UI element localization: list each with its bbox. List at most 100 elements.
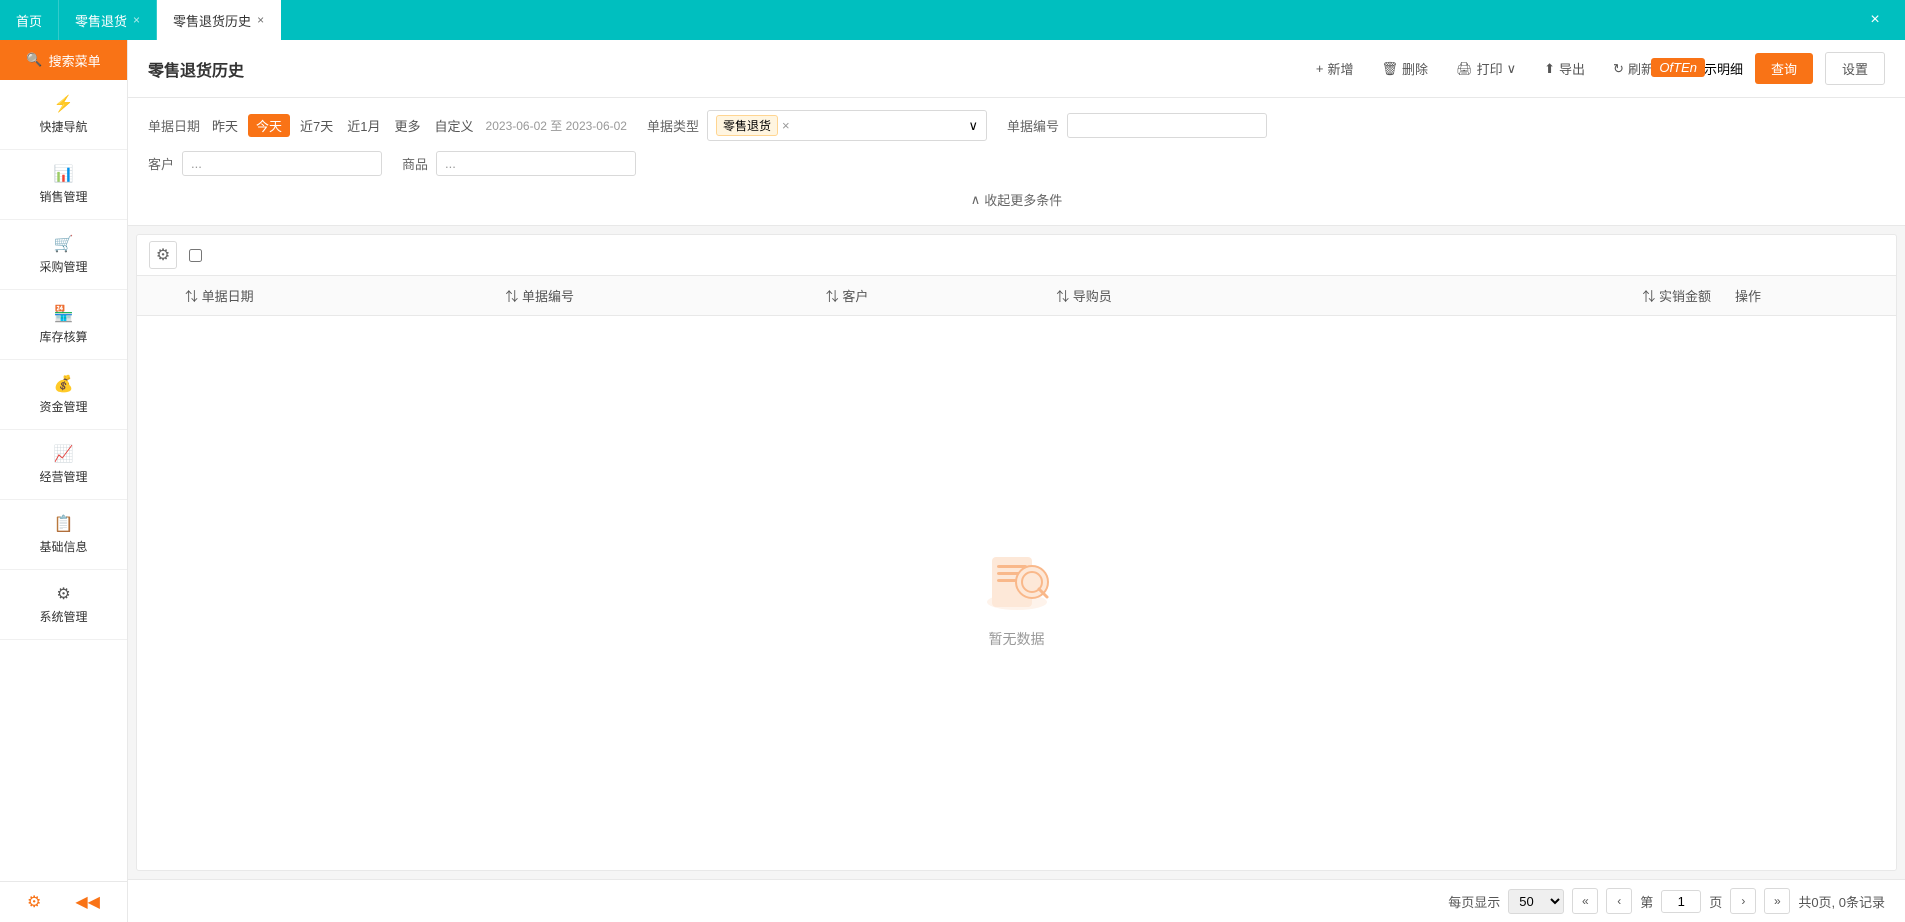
sidebar-item-purchase[interactable]: 🛒 采购管理 bbox=[0, 220, 127, 290]
yesterday-shortcut[interactable]: 昨天 bbox=[208, 114, 242, 137]
new-label: 新增 bbox=[1328, 59, 1354, 78]
collapse-icon: ∧ bbox=[971, 192, 981, 208]
sidebar-item-sales[interactable]: 📊 销售管理 bbox=[0, 150, 127, 220]
date-shortcuts: 昨天 今天 近7天 近1月 更多 自定义 bbox=[208, 114, 478, 137]
custom-shortcut[interactable]: 自定义 bbox=[431, 114, 478, 137]
top-bar: 首页 零售退货 × 零售退货历史 × × bbox=[0, 0, 1905, 40]
empty-state: 暂无数据 bbox=[137, 316, 1896, 870]
print-button[interactable]: 🖨 打印 ∨ bbox=[1448, 55, 1524, 82]
sidebar-search[interactable]: 🔍 搜索菜单 bbox=[0, 40, 127, 80]
date-filter: 单据日期 昨天 今天 近7天 近1月 更多 自定义 2023-06-02 至 2… bbox=[148, 114, 627, 137]
page-title: 零售退货历史 bbox=[148, 57, 244, 81]
th-customer[interactable]: ⇅ 客户 bbox=[814, 276, 1044, 316]
today-shortcut[interactable]: 今天 bbox=[248, 114, 290, 137]
tab-retail-return-history[interactable]: 零售退货历史 × bbox=[157, 0, 281, 40]
th-action-label: 操作 bbox=[1735, 289, 1761, 304]
collapse-more-button[interactable]: ∧ 收起更多条件 bbox=[148, 186, 1885, 213]
pagination-bar: 每页显示 10 20 50 100 « ‹ 第 页 › » 共0页, 0条记录 bbox=[128, 879, 1905, 922]
select-all-checkbox[interactable] bbox=[189, 249, 202, 262]
bill-type-tag: 零售退货 bbox=[716, 115, 778, 136]
inventory-icon: 🏪 bbox=[54, 304, 74, 324]
quick-nav-icon: ⚡ bbox=[54, 94, 74, 114]
page-label-2: 页 bbox=[1709, 892, 1722, 911]
tab-home[interactable]: 首页 bbox=[0, 0, 59, 40]
more-shortcut[interactable]: 更多 bbox=[391, 114, 425, 137]
th-guide-label: ⇅ 导购员 bbox=[1056, 289, 1112, 304]
top-bar-right: × bbox=[1861, 6, 1905, 34]
page-input[interactable] bbox=[1661, 890, 1701, 913]
tab-retail-return-history-close[interactable]: × bbox=[257, 13, 264, 27]
sidebar-item-sales-label: 销售管理 bbox=[39, 188, 87, 205]
sidebar-item-purchase-label: 采购管理 bbox=[39, 258, 87, 275]
page-header: 零售退货历史 + 新增 🗑 删除 🖨 打印 ∨ ⬆ 导出 bbox=[128, 40, 1905, 98]
filter-area: 单据日期 昨天 今天 近7天 近1月 更多 自定义 2023-06-02 至 2… bbox=[128, 98, 1905, 226]
bill-type-tag-close[interactable]: × bbox=[782, 118, 790, 133]
tab-retail-return-close[interactable]: × bbox=[133, 13, 140, 27]
goods-label: 商品 bbox=[402, 154, 428, 173]
date-range-text: 2023-06-02 至 2023-06-02 bbox=[486, 117, 627, 134]
next-page-button[interactable]: › bbox=[1730, 888, 1756, 914]
tab-home-label: 首页 bbox=[16, 11, 42, 30]
print-icon: 🖨 bbox=[1456, 61, 1473, 77]
sidebar-item-inventory[interactable]: 🏪 库存核算 bbox=[0, 290, 127, 360]
th-billno[interactable]: ⇅ 单据编号 bbox=[493, 276, 813, 316]
bill-type-select[interactable]: 零售退货 × ∨ bbox=[707, 110, 987, 141]
sidebar-item-quick-nav-label: 快捷导航 bbox=[39, 118, 87, 135]
prev-page-button[interactable]: ‹ bbox=[1606, 888, 1632, 914]
query-button[interactable]: 查询 bbox=[1755, 53, 1813, 84]
system-icon: ⚙ bbox=[54, 584, 74, 604]
goods-input[interactable]: ... bbox=[436, 151, 636, 176]
delete-label: 删除 bbox=[1402, 59, 1428, 78]
customer-filter: 客户 ... bbox=[148, 151, 382, 176]
last-page-button[interactable]: » bbox=[1764, 888, 1790, 914]
customer-label: 客户 bbox=[148, 154, 174, 173]
collapse-label: 收起更多条件 bbox=[984, 190, 1062, 209]
sidebar-item-system-label: 系统管理 bbox=[39, 608, 87, 625]
total-records: 共0页, 0条记录 bbox=[1798, 892, 1885, 911]
sidebar-item-finance[interactable]: 💰 资金管理 bbox=[0, 360, 127, 430]
th-amount-label: ⇅ 实销金额 bbox=[1642, 289, 1711, 304]
new-button[interactable]: + 新增 bbox=[1308, 55, 1362, 82]
settings-bottom-icon[interactable]: ⚙ bbox=[27, 892, 41, 912]
th-guide[interactable]: ⇅ 导购员 bbox=[1044, 276, 1319, 316]
bill-no-filter: 单据编号 bbox=[1007, 113, 1267, 138]
sidebar-item-operations-label: 经营管理 bbox=[39, 468, 87, 485]
last1m-shortcut[interactable]: 近1月 bbox=[343, 114, 384, 137]
customer-input[interactable]: ... bbox=[182, 151, 382, 176]
tab-retail-return[interactable]: 零售退货 × bbox=[59, 0, 157, 40]
page-size-select[interactable]: 10 20 50 100 bbox=[1508, 889, 1564, 914]
sales-icon: 📊 bbox=[54, 164, 74, 184]
delete-button[interactable]: 🗑 删除 bbox=[1374, 55, 1437, 82]
tab-list: 首页 零售退货 × 零售退货历史 × bbox=[0, 0, 1861, 40]
sound-bottom-icon[interactable]: ◀◀ bbox=[75, 892, 100, 912]
basic-info-icon: 📋 bbox=[54, 514, 74, 534]
th-billno-label: ⇅ 单据编号 bbox=[505, 289, 574, 304]
th-checkbox bbox=[137, 276, 173, 316]
bill-no-input[interactable] bbox=[1067, 113, 1267, 138]
print-label: 打印 bbox=[1477, 59, 1503, 78]
sidebar-item-system[interactable]: ⚙ 系统管理 bbox=[0, 570, 127, 640]
print-dropdown-icon: ∨ bbox=[1507, 61, 1517, 77]
bill-type-filter: 单据类型 零售退货 × ∨ bbox=[647, 110, 987, 141]
th-amount[interactable]: ⇅ 实销金额 bbox=[1403, 276, 1723, 316]
table-toolbar: ⚙ bbox=[137, 235, 1896, 276]
finance-icon: 💰 bbox=[54, 374, 74, 394]
export-button[interactable]: ⬆ 导出 bbox=[1536, 55, 1593, 82]
th-action: 操作 bbox=[1723, 276, 1896, 316]
content-area: 零售退货历史 + 新增 🗑 删除 🖨 打印 ∨ ⬆ 导出 bbox=[128, 40, 1905, 922]
th-date-label: ⇅ 单据日期 bbox=[185, 289, 254, 304]
window-close-button[interactable]: × bbox=[1861, 6, 1889, 34]
sidebar-item-quick-nav[interactable]: ⚡ 快捷导航 bbox=[0, 80, 127, 150]
th-date[interactable]: ⇅ 单据日期 bbox=[173, 276, 493, 316]
th-spacer bbox=[1320, 276, 1403, 316]
sidebar-item-basic-info[interactable]: 📋 基础信息 bbox=[0, 500, 127, 570]
sidebar-item-operations[interactable]: 📈 经营管理 bbox=[0, 430, 127, 500]
last7-shortcut[interactable]: 近7天 bbox=[296, 114, 337, 137]
empty-text: 暂无数据 bbox=[989, 629, 1045, 649]
table-settings-icon[interactable]: ⚙ bbox=[149, 241, 177, 269]
first-page-button[interactable]: « bbox=[1572, 888, 1598, 914]
export-label: 导出 bbox=[1559, 59, 1585, 78]
bill-type-label: 单据类型 bbox=[647, 116, 699, 135]
bill-no-label: 单据编号 bbox=[1007, 116, 1059, 135]
settings-button[interactable]: 设置 bbox=[1825, 52, 1885, 85]
